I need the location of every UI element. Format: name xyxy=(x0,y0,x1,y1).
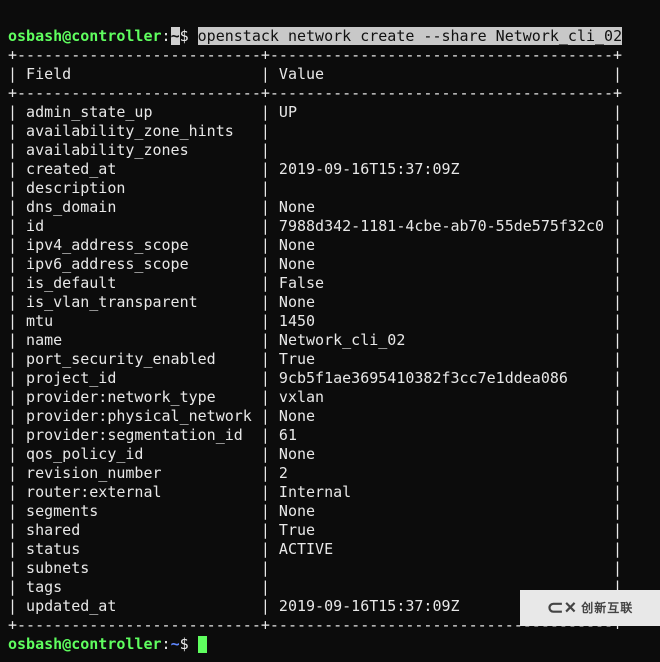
table-border-top: +---------------------------+-----------… xyxy=(8,46,622,64)
table-row: | created_at | 2019-09-16T15:37:09Z | xyxy=(8,160,622,178)
prompt-sep: : xyxy=(162,27,171,45)
prompt-dollar-2: $ xyxy=(180,635,198,653)
prompt-host-2: controller xyxy=(71,635,161,653)
table-row: | availability_zones | | xyxy=(8,141,622,159)
table-row: | revision_number | 2 | xyxy=(8,464,622,482)
table-row: | ipv4_address_scope | None | xyxy=(8,236,622,254)
prompt-dollar: $ xyxy=(180,27,198,45)
table-row: | port_security_enabled | True | xyxy=(8,350,622,368)
prompt-path-2: ~ xyxy=(171,635,180,653)
watermark-text: 创新互联 xyxy=(581,599,633,618)
prompt-at-2: @ xyxy=(62,635,71,653)
table-row: | mtu | 1450 | xyxy=(8,312,622,330)
table-row: | subnets | | xyxy=(8,559,622,577)
table-row: | id | 7988d342-1181-4cbe-ab70-55de575f3… xyxy=(8,217,622,235)
table-row: | segments | None | xyxy=(8,502,622,520)
table-row: | router:external | Internal | xyxy=(8,483,622,501)
watermark-logo-icon: ⊂× xyxy=(547,599,577,618)
table-row: | status | ACTIVE | xyxy=(8,540,622,558)
table-row: | admin_state_up | UP | xyxy=(8,103,622,121)
table-row: | ipv6_address_scope | None | xyxy=(8,255,622,273)
prompt-path: ~ xyxy=(171,27,180,45)
cursor-block[interactable] xyxy=(198,636,207,653)
prompt-host: controller xyxy=(71,27,161,45)
watermark: ⊂× 创新互联 xyxy=(520,590,660,626)
terminal-area[interactable]: osbash@controller:~$ openstack network c… xyxy=(0,0,660,662)
table-row: | name | Network_cli_02 | xyxy=(8,331,622,349)
table-row: | availability_zone_hints | | xyxy=(8,122,622,140)
table-row: | is_default | False | xyxy=(8,274,622,292)
table-row: | description | | xyxy=(8,179,622,197)
prompt-sep-2: : xyxy=(162,635,171,653)
prompt-user-2: osbash xyxy=(8,635,62,653)
table-header-sep: +---------------------------+-----------… xyxy=(8,84,622,102)
table-row: | qos_policy_id | None | xyxy=(8,445,622,463)
table-row: | provider:segmentation_id | 61 | xyxy=(8,426,622,444)
table-row: | provider:network_type | vxlan | xyxy=(8,388,622,406)
table-header: | Field | Value | xyxy=(8,65,622,83)
table-row: | shared | True | xyxy=(8,521,622,539)
table-row: | project_id | 9cb5f1ae3695410382f3cc7e1… xyxy=(8,369,622,387)
table-row: | provider:physical_network | None | xyxy=(8,407,622,425)
table-row: | dns_domain | None | xyxy=(8,198,622,216)
table-row: | is_vlan_transparent | None | xyxy=(8,293,622,311)
prompt-at: @ xyxy=(62,27,71,45)
prompt-user: osbash xyxy=(8,27,62,45)
command-line: openstack network create --share Network… xyxy=(198,27,622,45)
